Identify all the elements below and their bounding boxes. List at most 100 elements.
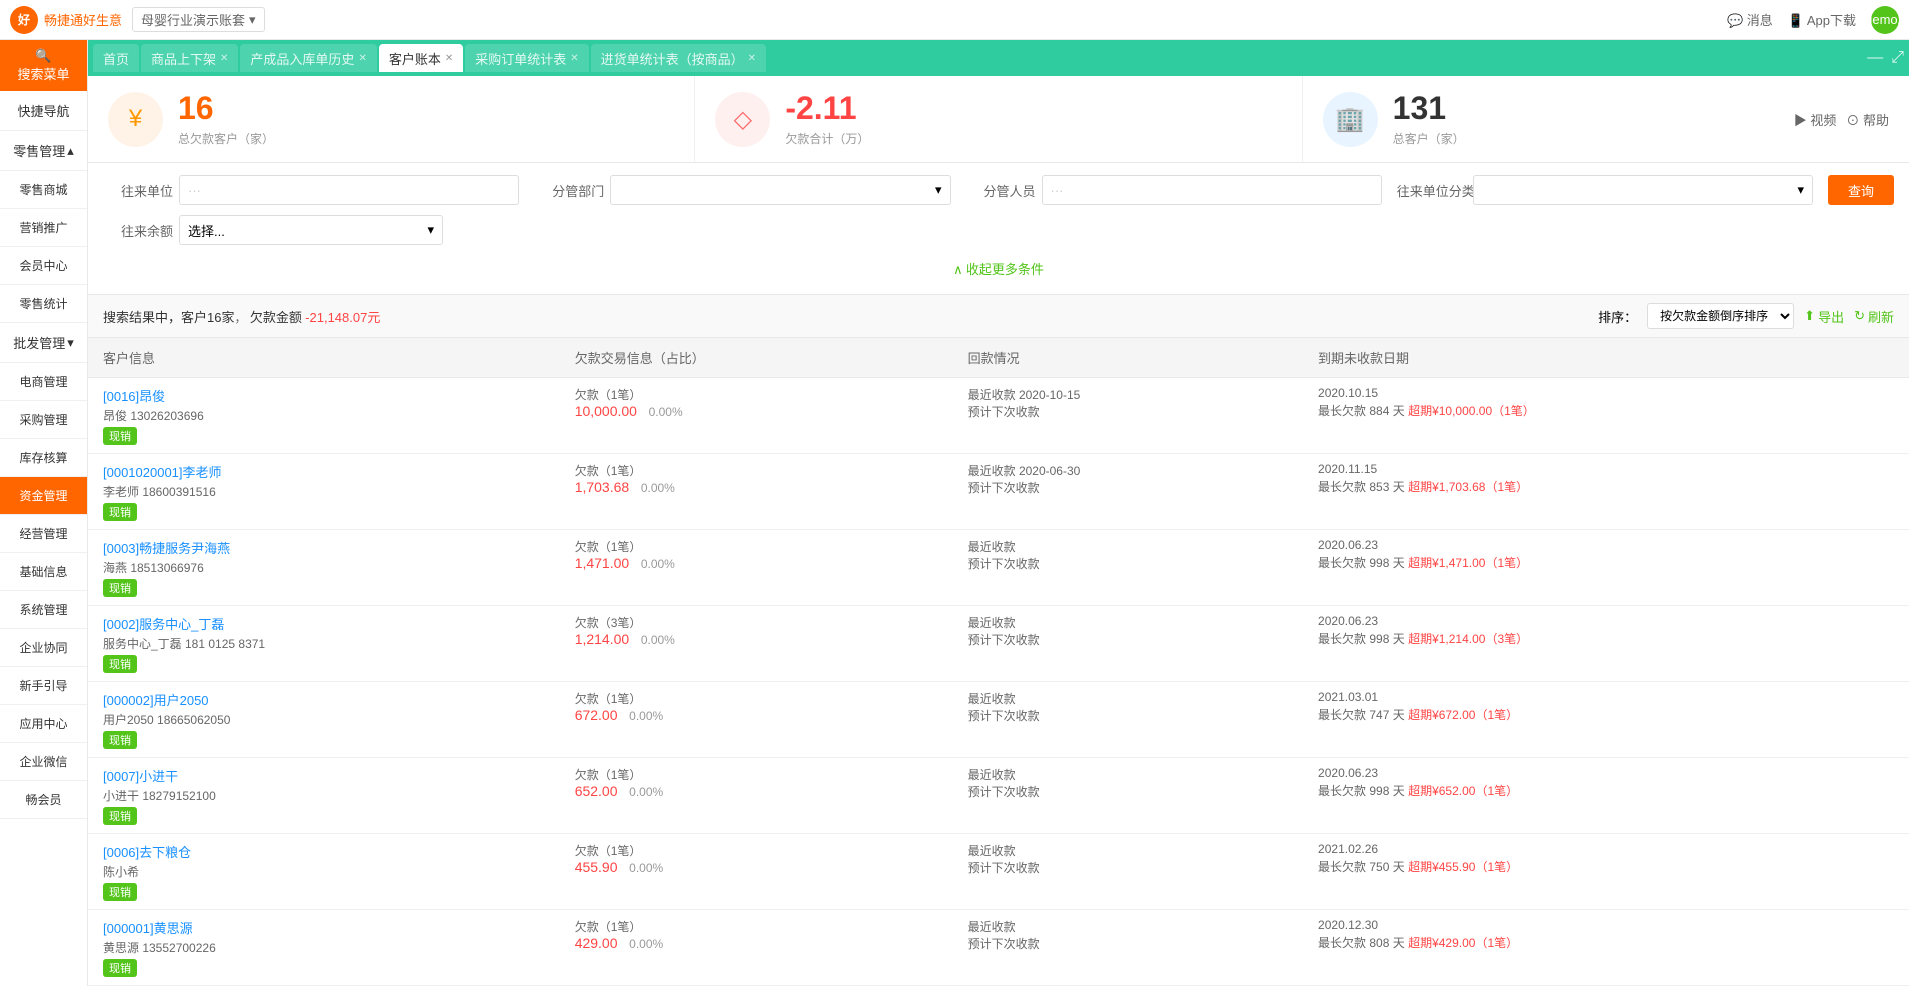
search-button[interactable]: 查询 <box>1828 175 1894 205</box>
debt-amount[interactable]: 10,000.00 <box>575 403 637 419</box>
sidebar-item-operations[interactable]: 经营管理 <box>0 515 87 553</box>
tab-purchase-by-product[interactable]: 进货单统计表（按商品） ✕ <box>591 44 766 72</box>
chevron-up-icon: ∧ <box>953 262 963 277</box>
sidebar: 🔍 搜索菜单 快捷导航 零售管理 ▴ 零售商城 营销推广 会员中心 零售统计 批… <box>0 40 88 986</box>
sidebar-item-inventory[interactable]: 库存核算 <box>0 439 87 477</box>
sidebar-item-quicknav[interactable]: 快捷导航 <box>0 91 87 131</box>
overdue-link[interactable]: 超期¥672.00（1笔） <box>1408 708 1518 722</box>
category-select[interactable]: ▾ <box>1473 175 1813 205</box>
balance-select[interactable]: 选择... ▾ <box>179 215 443 245</box>
debt-amount[interactable]: 429.00 <box>575 935 618 951</box>
sidebar-item-guide[interactable]: 新手引导 <box>0 667 87 705</box>
overdue-link[interactable]: 超期¥1,471.00（1笔） <box>1408 556 1528 570</box>
sidebar-item-basic-info[interactable]: 基础信息 <box>0 553 87 591</box>
sidebar-item-purchase[interactable]: 采购管理 <box>0 401 87 439</box>
debt-amount-row: 429.00 0.00% <box>575 935 938 951</box>
customer-name-link[interactable]: [0002]服务中心_丁磊 <box>103 614 545 633</box>
customer-name-link[interactable]: [0006]去下粮仓 <box>103 842 545 861</box>
customer-name-link[interactable]: [000002]用户2050 <box>103 690 545 709</box>
customer-name-link[interactable]: [000001]黄思源 <box>103 918 545 937</box>
app-download-btn[interactable]: 📱 App下载 <box>1788 10 1856 29</box>
person-input[interactable]: ··· <box>1042 175 1382 205</box>
close-icon[interactable]: ✕ <box>445 53 453 64</box>
refresh-btn[interactable]: ↻ 刷新 <box>1854 307 1894 326</box>
debt-ratio: 0.00% <box>641 557 675 571</box>
sidebar-item-vip[interactable]: 畅会员 <box>0 781 87 819</box>
tab-product-listing[interactable]: 商品上下架 ✕ <box>141 44 238 72</box>
payment-status-cell: 最近收款 2020-06-30 预计下次收款 <box>953 454 1303 530</box>
overdue-link[interactable]: 超期¥10,000.00（1笔） <box>1408 404 1535 418</box>
sidebar-item-finance[interactable]: 资金管理 <box>0 477 87 515</box>
max-overdue: 最长欠款 808 天 超期¥429.00（1笔） <box>1318 934 1894 951</box>
overdue-link[interactable]: 超期¥455.90（1笔） <box>1408 860 1518 874</box>
debt-amount[interactable]: 1,471.00 <box>575 555 630 571</box>
debt-amount[interactable]: 1,703.68 <box>575 479 630 495</box>
dept-label: 分管部门 <box>534 181 604 200</box>
max-overdue: 最长欠款 998 天 超期¥1,214.00（3笔） <box>1318 630 1894 647</box>
sidebar-item-member[interactable]: 会员中心 <box>0 247 87 285</box>
customer-phone: 昂俊 13026203696 <box>103 407 545 424</box>
tab-purchase-stats[interactable]: 采购订单统计表 ✕ <box>465 44 588 72</box>
sidebar-search[interactable]: 🔍 搜索菜单 <box>0 40 87 91</box>
filter-row-2: 往来余额 选择... ▾ <box>103 215 1894 245</box>
sidebar-item-marketing[interactable]: 营销推广 <box>0 209 87 247</box>
tab-minimize-btn[interactable]: — <box>1867 49 1883 67</box>
debt-amount[interactable]: 455.90 <box>575 859 618 875</box>
sidebar-item-retail-mgmt[interactable]: 零售管理 ▴ <box>0 131 87 171</box>
collapse-btn[interactable]: ∧ 收起更多条件 <box>103 255 1894 282</box>
overdue-link[interactable]: 超期¥652.00（1笔） <box>1408 784 1518 798</box>
customer-name-link[interactable]: [0016]昂俊 <box>103 386 545 405</box>
chevron-down-icon: ▾ <box>935 182 942 198</box>
tab-maximize-btn[interactable]: ⤢ <box>1891 49 1904 67</box>
sidebar-item-retail-mall[interactable]: 零售商城 <box>0 171 87 209</box>
debt-info-cell: 欠款（3笔） 1,214.00 0.00% <box>560 606 953 682</box>
sidebar-item-apps[interactable]: 应用中心 <box>0 705 87 743</box>
logo-icon: 好 <box>10 6 38 34</box>
view-video-btn[interactable]: ▶ 视频 <box>1794 110 1837 129</box>
last-payment: 最近收款 <box>968 918 1288 935</box>
customer-name-link[interactable]: [0003]畅捷服务尹海燕 <box>103 538 545 557</box>
close-icon[interactable]: ✕ <box>570 53 578 64</box>
debt-amount-row: 1,471.00 0.00% <box>575 555 938 571</box>
avatar[interactable]: demo2 <box>1871 6 1899 34</box>
debt-amount[interactable]: 652.00 <box>575 783 618 799</box>
message-btn[interactable]: 💬 消息 <box>1727 10 1773 29</box>
next-payment: 预计下次收款 <box>968 403 1288 420</box>
dept-select[interactable]: ▾ <box>610 175 950 205</box>
sidebar-item-wholesale[interactable]: 批发管理 ▾ <box>0 323 87 363</box>
tab-customer-ledger[interactable]: 客户账本 ✕ <box>379 44 463 72</box>
vendor-input[interactable]: ··· <box>179 175 519 205</box>
next-payment: 预计下次收款 <box>968 707 1288 724</box>
refresh-icon: ↻ <box>1854 308 1865 324</box>
debt-ratio: 0.00% <box>629 861 663 875</box>
due-date-cell: 2021.03.01 最长欠款 747 天 超期¥672.00（1笔） <box>1303 682 1909 758</box>
sidebar-item-system[interactable]: 系统管理 <box>0 591 87 629</box>
sidebar-item-collab[interactable]: 企业协同 <box>0 629 87 667</box>
close-icon[interactable]: ✕ <box>220 53 228 64</box>
sidebar-item-retail-stats[interactable]: 零售统计 <box>0 285 87 323</box>
export-btn[interactable]: ⬆ 导出 <box>1804 307 1844 326</box>
sidebar-item-wechat[interactable]: 企业微信 <box>0 743 87 781</box>
due-date-cell: 2020.10.15 最长欠款 884 天 超期¥10,000.00（1笔） <box>1303 378 1909 454</box>
summary-info-2: -2.11 欠款合计（万） <box>785 91 869 147</box>
help-btn[interactable]: ⊙ 帮助 <box>1846 110 1889 129</box>
tab-production-history[interactable]: 产成品入库单历史 ✕ <box>240 44 376 72</box>
debt-amount[interactable]: 672.00 <box>575 707 618 723</box>
tab-home[interactable]: 首页 <box>93 44 139 72</box>
close-icon[interactable]: ✕ <box>748 53 756 64</box>
chevron-icon: ▴ <box>67 143 74 159</box>
overdue-link[interactable]: 超期¥429.00（1笔） <box>1408 936 1518 950</box>
overdue-link[interactable]: 超期¥1,703.68（1笔） <box>1408 480 1528 494</box>
search-icon: 🔍 <box>35 48 51 63</box>
total-customers-icon: 🏢 <box>1323 92 1378 147</box>
sort-select[interactable]: 按欠款金额倒序排序 <box>1647 303 1794 329</box>
debt-amount[interactable]: 1,214.00 <box>575 631 630 647</box>
customer-name-link[interactable]: [0007]小进干 <box>103 766 545 785</box>
sidebar-item-ecommerce[interactable]: 电商管理 <box>0 363 87 401</box>
industry-selector[interactable]: 母婴行业演示账套 ▾ <box>132 7 265 32</box>
top-bar-left: 好 畅捷通好生意 母婴行业演示账套 ▾ <box>10 6 265 34</box>
due-date: 2020.06.23 <box>1318 538 1894 552</box>
customer-name-link[interactable]: [0001020001]李老师 <box>103 462 545 481</box>
overdue-link[interactable]: 超期¥1,214.00（3笔） <box>1408 632 1528 646</box>
close-icon[interactable]: ✕ <box>358 53 366 64</box>
